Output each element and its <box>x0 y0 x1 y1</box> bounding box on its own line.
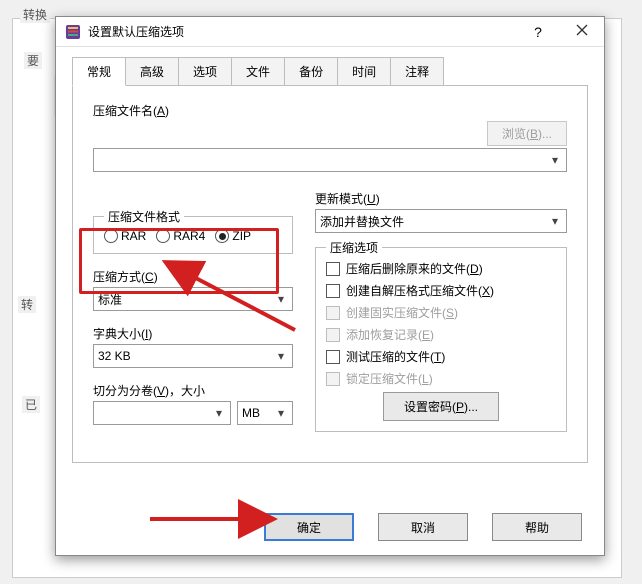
tab-files[interactable]: 文件 <box>231 57 285 85</box>
help-icon: ? <box>534 24 542 40</box>
app-icon <box>64 23 82 41</box>
update-mode-label: 更新模式(U) <box>315 190 567 207</box>
compress-options-title: 压缩选项 <box>326 239 382 256</box>
archive-format-title: 压缩文件格式 <box>104 208 184 225</box>
tab-backup[interactable]: 备份 <box>284 57 338 85</box>
check-test[interactable]: 测试压缩的文件(T) <box>326 348 556 365</box>
set-password-button[interactable]: 设置密码(P)... <box>383 392 499 421</box>
chevron-down-icon: ▾ <box>548 153 562 167</box>
annotation-arrow-2 <box>150 504 280 537</box>
tab-time[interactable]: 时间 <box>337 57 391 85</box>
bg-text-zhuan: 转 <box>18 296 36 313</box>
check-lock: 锁定压缩文件(L) <box>326 370 556 387</box>
chevron-down-icon: ▾ <box>212 406 226 420</box>
bg-text-yi: 已 <box>22 396 40 413</box>
tab-advanced[interactable]: 高级 <box>125 57 179 85</box>
check-recovery: 添加恢复记录(E) <box>326 326 556 343</box>
archive-name-input[interactable]: ▾ <box>93 148 567 172</box>
chevron-down-icon: ▾ <box>274 406 288 420</box>
close-button[interactable] <box>560 17 604 47</box>
help-button-bottom[interactable]: 帮助 <box>492 513 582 541</box>
tab-options[interactable]: 选项 <box>178 57 232 85</box>
bg-text-require: 要 <box>24 52 42 69</box>
compress-options-group: 压缩选项 压缩后删除原来的文件(D) 创建自解压格式压缩文件(X) 创建固实压缩… <box>315 247 567 432</box>
check-sfx[interactable]: 创建自解压格式压缩文件(X) <box>326 282 556 299</box>
check-solid: 创建固实压缩文件(S) <box>326 304 556 321</box>
chevron-down-icon: ▾ <box>274 349 288 363</box>
split-unit-select[interactable]: MB▾ <box>237 401 293 425</box>
bg-text-convert: 转换 <box>20 6 50 23</box>
update-mode-select[interactable]: 添加并替换文件▾ <box>315 209 567 233</box>
annotation-arrow-1 <box>185 270 295 333</box>
split-size-input[interactable]: ▾ <box>93 401 231 425</box>
help-button[interactable]: ? <box>516 17 560 47</box>
tab-general[interactable]: 常规 <box>72 57 126 86</box>
split-label: 切分为分卷(V)，大小 <box>93 382 293 399</box>
check-delete-after[interactable]: 压缩后删除原来的文件(D) <box>326 260 556 277</box>
tab-comment[interactable]: 注释 <box>390 57 444 85</box>
close-icon <box>576 24 588 39</box>
tab-strip: 常规 高级 选项 文件 备份 时间 注释 <box>72 57 588 85</box>
browse-button: 浏览(B)... <box>487 121 567 146</box>
cancel-button[interactable]: 取消 <box>378 513 468 541</box>
dict-size-select[interactable]: 32 KB▾ <box>93 344 293 368</box>
dialog-title: 设置默认压缩选项 <box>88 23 516 40</box>
archive-name-label: 压缩文件名(A) <box>93 102 567 119</box>
titlebar: 设置默认压缩选项 ? <box>56 17 604 47</box>
chevron-down-icon: ▾ <box>548 214 562 228</box>
